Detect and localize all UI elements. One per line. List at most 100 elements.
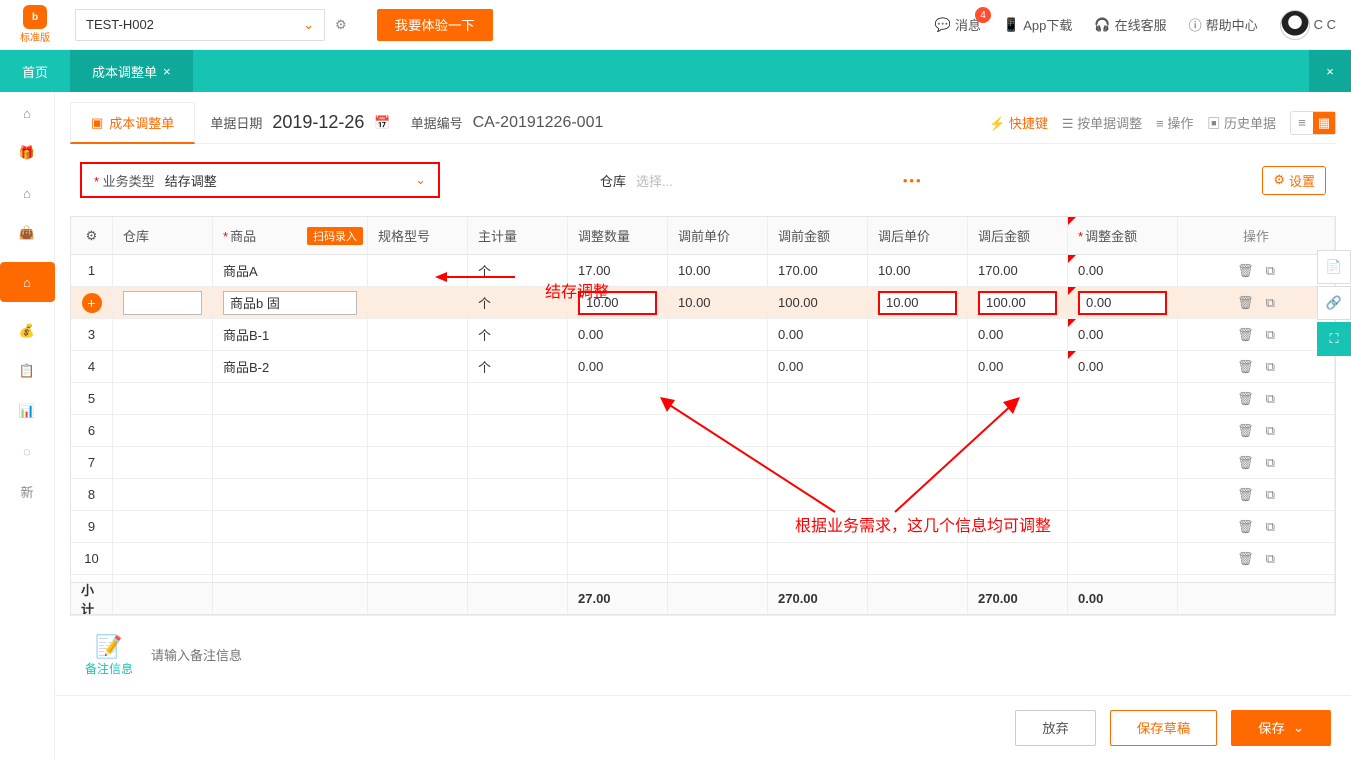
table-row[interactable]: 11🗑⧉ [71, 575, 1335, 582]
th-amt-after: 调后金额 [968, 217, 1068, 254]
sidebar-new-icon[interactable]: 新 [16, 480, 38, 502]
amt-after-cell [968, 447, 1068, 478]
more-icon[interactable]: ••• [903, 173, 923, 188]
delete-icon[interactable]: 🗑 [1237, 263, 1254, 279]
copy-icon[interactable]: ⧉ [1266, 423, 1275, 439]
table-row[interactable]: +商品b 固个10.0010.00100.0010.00100.000.00🗑⧉ [71, 287, 1335, 319]
view-mode-toggle[interactable]: ≡ ▦ [1290, 111, 1336, 135]
history-link[interactable]: ▣ 历史单据 [1207, 113, 1276, 132]
adjust-cell [1068, 383, 1178, 414]
tabbar-close-button[interactable]: × [1309, 50, 1351, 92]
expand-tool-icon[interactable]: ⛶ [1317, 322, 1351, 356]
ops-label: 操作 [1167, 116, 1193, 131]
delete-icon[interactable]: 🗑 [1237, 551, 1254, 567]
save-button[interactable]: 保存 ⌄ [1231, 710, 1331, 746]
add-row-icon[interactable]: + [82, 293, 102, 313]
discard-button[interactable]: 放弃 [1015, 710, 1096, 746]
grid-view-icon[interactable]: ▦ [1313, 112, 1335, 134]
doc-header: ▣ 成本调整单 单据日期 2019-12-26 📅 单据编号 CA-201912… [70, 102, 1336, 144]
biztype-select[interactable]: 业务类型 结存调整 ⌄ [80, 162, 440, 198]
price-after-input[interactable]: 10.00 [878, 291, 957, 315]
delete-icon[interactable]: 🗑 [1237, 487, 1254, 503]
product-input[interactable]: 商品b 固 [223, 291, 357, 315]
docno-value: CA-20191226-001 [473, 114, 604, 132]
copy-icon[interactable]: ⧉ [1266, 551, 1275, 567]
table-row[interactable]: 3商品B-1个0.000.000.000.00🗑⧉ [71, 319, 1335, 351]
settings-button[interactable]: ⚙设置 [1262, 166, 1326, 195]
copy-icon[interactable]: ⧉ [1266, 391, 1275, 407]
sidebar-warehouse-icon[interactable]: ⌂ [0, 262, 55, 302]
amt-before-cell [768, 447, 868, 478]
adjust-input[interactable]: 0.00 [1078, 291, 1167, 315]
delete-icon[interactable]: 🗑 [1237, 359, 1254, 375]
calendar-icon[interactable]: 📅 [374, 115, 390, 131]
delete-icon[interactable]: 🗑 [1237, 295, 1254, 311]
qty-input[interactable]: 10.00 [578, 291, 657, 315]
delete-icon[interactable]: 🗑 [1237, 423, 1254, 439]
copy-icon[interactable]: ⧉ [1266, 359, 1275, 375]
warehouse-input[interactable] [123, 291, 202, 315]
copy-icon[interactable]: ⧉ [1266, 487, 1275, 503]
sidebar-ring-icon[interactable]: ◌ [16, 440, 38, 462]
sidebar-money-icon[interactable]: 💰 [16, 320, 38, 342]
delete-icon[interactable]: 🗑 [1237, 519, 1254, 535]
tab-home[interactable]: 首页 [0, 50, 70, 92]
sidebar-house-icon[interactable]: ⌂ [16, 182, 38, 204]
link-tool-icon[interactable]: 🔗 [1317, 286, 1351, 320]
try-button[interactable]: 我要体验一下 [377, 9, 493, 41]
delete-icon[interactable]: 🗑 [1237, 327, 1254, 343]
sidebar-home-icon[interactable]: ⌂ [16, 102, 38, 124]
date-value[interactable]: 2019-12-26 [272, 112, 364, 133]
byform-link[interactable]: ☰ 按单据调整 [1062, 113, 1142, 132]
table-row[interactable]: 6🗑⧉ [71, 415, 1335, 447]
customer-service-link[interactable]: 🎧在线客服 [1094, 15, 1166, 34]
copy-icon[interactable]: ⧉ [1266, 295, 1275, 311]
table-row[interactable]: 4商品B-2个0.000.000.000.00🗑⧉ [71, 351, 1335, 383]
scan-button[interactable]: 扫码录入 [307, 227, 363, 245]
qty-cell [568, 511, 668, 542]
th-unit: 主计量 [468, 217, 568, 254]
table-row[interactable]: 5🗑⧉ [71, 383, 1335, 415]
remark-input[interactable] [151, 648, 1321, 663]
sidebar-gift-icon[interactable]: 🎁 [16, 142, 38, 164]
unit-cell: 个 [468, 287, 568, 318]
table-row[interactable]: 10🗑⧉ [71, 543, 1335, 575]
delete-icon[interactable]: 🗑 [1237, 455, 1254, 471]
amt-before-cell: 0.00 [768, 351, 868, 382]
tab-cost-adjust[interactable]: 成本调整单 × [70, 50, 193, 92]
copy-icon[interactable]: ⧉ [1266, 519, 1275, 535]
sidebar-bag-icon[interactable]: 👜 [16, 222, 38, 244]
gear-icon[interactable]: ⚙ [335, 17, 347, 33]
shortcut-link[interactable]: ⚡ 快捷键 [989, 113, 1048, 132]
app-download-link[interactable]: 📱App下载 [1003, 15, 1072, 34]
copy-icon[interactable]: ⧉ [1266, 263, 1275, 279]
org-select[interactable]: TEST-H002 ⌄ [75, 9, 325, 41]
sidebar-report-icon[interactable]: 📊 [16, 400, 38, 422]
table-row[interactable]: 8🗑⧉ [71, 479, 1335, 511]
table-row[interactable]: 7🗑⧉ [71, 447, 1335, 479]
amt-after-input[interactable]: 100.00 [978, 291, 1057, 315]
copy-icon[interactable]: ⧉ [1266, 327, 1275, 343]
th-warehouse: 仓库 [113, 217, 213, 254]
sidebar-clipboard-icon[interactable]: 📋 [16, 360, 38, 382]
close-icon[interactable]: × [163, 64, 171, 79]
table-row[interactable]: 9🗑⧉ [71, 511, 1335, 543]
warehouse-select[interactable]: 仓库 选择... [600, 171, 673, 190]
amt-before-cell [768, 543, 868, 574]
doc-title-tab[interactable]: ▣ 成本调整单 [70, 102, 195, 144]
messages-link[interactable]: 💬 消息 4 [935, 15, 981, 34]
unit-cell: 个 [468, 319, 568, 350]
save-draft-button[interactable]: 保存草稿 [1110, 710, 1217, 746]
th-settings[interactable]: ⚙ [71, 217, 113, 254]
price-after-cell [868, 319, 968, 350]
ops-link[interactable]: ≡ 操作 [1156, 113, 1193, 132]
list-view-icon[interactable]: ≡ [1291, 112, 1313, 134]
delete-icon[interactable]: 🗑 [1237, 391, 1254, 407]
table-row[interactable]: 1商品A个17.0010.00170.0010.00170.000.00🗑⧉ [71, 255, 1335, 287]
note-tool-icon[interactable]: 📄 [1317, 250, 1351, 284]
user-menu[interactable]: C C [1280, 10, 1336, 40]
copy-icon[interactable]: ⧉ [1266, 455, 1275, 471]
th-product: 商品扫码录入 [213, 217, 368, 254]
help-link[interactable]: ⓘ帮助中心 [1189, 15, 1258, 34]
phone-icon: 📱 [1003, 17, 1019, 33]
